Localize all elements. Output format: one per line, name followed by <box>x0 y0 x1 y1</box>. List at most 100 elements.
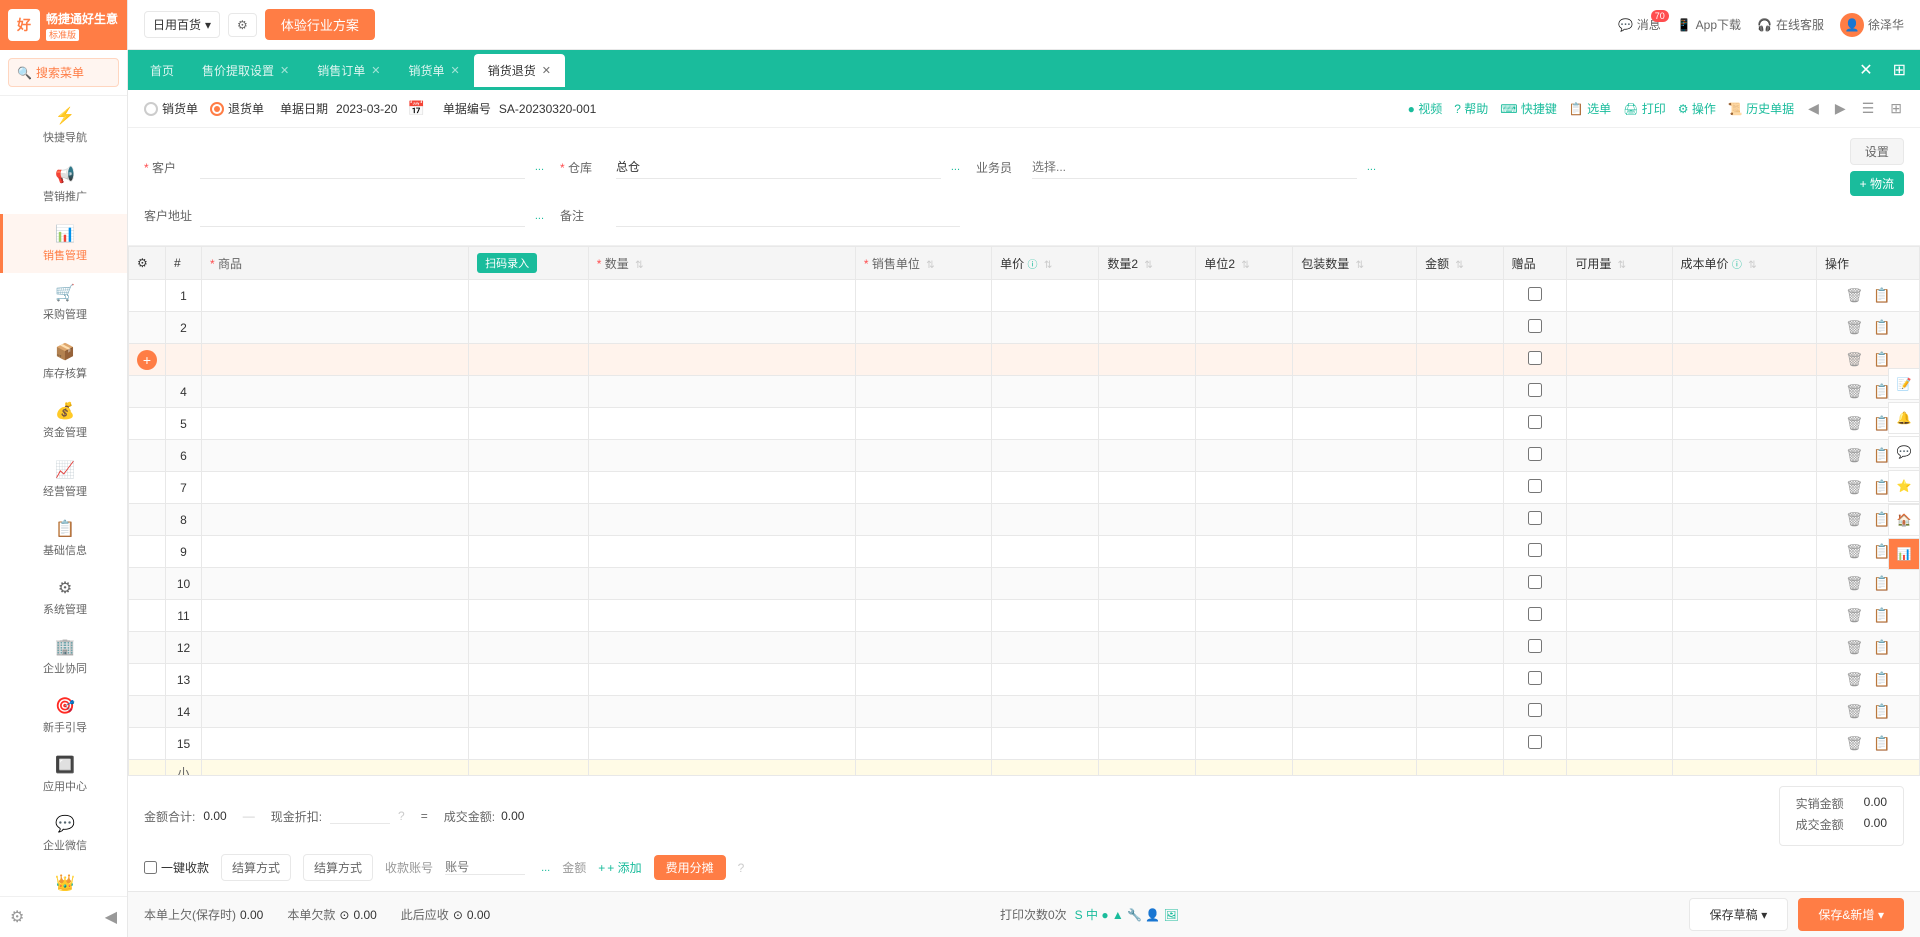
delete-row-3[interactable]: 🗑 <box>1843 349 1865 370</box>
gift-checkbox-6[interactable] <box>1528 447 1542 461</box>
row-amount-3[interactable] <box>1417 344 1504 376</box>
customer-input[interactable] <box>200 156 525 179</box>
row-unit-1[interactable] <box>855 280 991 312</box>
gift-checkbox-4[interactable] <box>1528 383 1542 397</box>
print-link[interactable]: 🖨 打印 <box>1623 100 1666 117</box>
tab-sales-order[interactable]: 销售订单 ✕ <box>303 54 394 87</box>
help-link[interactable]: ? 帮助 <box>1454 100 1488 117</box>
row-qty2-3[interactable] <box>1099 344 1196 376</box>
unit2-sort-icon[interactable]: ⇅ <box>1241 260 1249 271</box>
row-qty2-1[interactable] <box>1099 280 1196 312</box>
address-more-btn[interactable]: ... <box>535 210 544 222</box>
bank-account-input[interactable] <box>445 860 525 875</box>
row-qty-1[interactable] <box>588 280 855 312</box>
settle-method-btn[interactable]: 结算方式 <box>221 854 291 881</box>
row-unit2-3[interactable] <box>1196 344 1293 376</box>
product-input-3[interactable] <box>210 353 460 367</box>
grid-view-btn[interactable]: ⊞ <box>1888 98 1904 119</box>
gift-checkbox-15[interactable] <box>1528 735 1542 749</box>
delete-row-2[interactable]: 🗑 <box>1843 317 1865 338</box>
copy-row-10[interactable]: 📋 <box>1871 573 1892 594</box>
toolbar-icons-area[interactable]: S 中 ● ▲ 🔧 👤 🖼 <box>1075 906 1179 923</box>
gift-checkbox-8[interactable] <box>1528 511 1542 525</box>
tab-home[interactable]: 首页 <box>136 54 188 87</box>
gift-checkbox-5[interactable] <box>1528 415 1542 429</box>
gift-checkbox-1[interactable] <box>1528 287 1542 301</box>
sidebar-item-quick-nav[interactable]: ⚡ 快捷导航 <box>0 96 127 155</box>
row-unit-3[interactable] <box>855 344 991 376</box>
delete-row-6[interactable]: 🗑 <box>1843 445 1865 466</box>
tab-close-price-setup[interactable]: ✕ <box>280 64 289 77</box>
delete-row-11[interactable]: 🗑 <box>1843 605 1865 626</box>
row-amount-1[interactable] <box>1417 280 1504 312</box>
one-click-pay-input[interactable] <box>144 861 157 874</box>
address-input[interactable] <box>200 204 525 227</box>
add-logistics-btn[interactable]: + 物流 <box>1850 171 1904 196</box>
gift-checkbox-12[interactable] <box>1528 639 1542 653</box>
copy-row-13[interactable]: 📋 <box>1871 669 1892 690</box>
qty2-sort-icon[interactable]: ⇅ <box>1144 260 1152 271</box>
delete-row-10[interactable]: 🗑 <box>1843 573 1865 594</box>
sidebar-item-marketing[interactable]: 📢 营销推广 <box>0 155 127 214</box>
delete-row-4[interactable]: 🗑 <box>1843 381 1865 402</box>
delete-row-12[interactable]: 🗑 <box>1843 637 1865 658</box>
sidebar-item-wechat[interactable]: 💬 企业微信 <box>0 804 127 863</box>
copy-row-12[interactable]: 📋 <box>1871 637 1892 658</box>
gift-checkbox-2[interactable] <box>1528 319 1542 333</box>
sidebar-item-app-center[interactable]: 🔲 应用中心 <box>0 745 127 804</box>
cost-sort-icon[interactable]: ⇅ <box>1748 260 1756 271</box>
row-qty2-2[interactable] <box>1099 312 1196 344</box>
next-doc-btn[interactable]: ▶ <box>1833 98 1848 119</box>
right-panel-btn-6[interactable]: 📊 <box>1888 538 1920 570</box>
sidebar-item-newbie[interactable]: 🎯 新手引导 <box>0 686 127 745</box>
sidebar-item-finance[interactable]: 💰 资金管理 <box>0 391 127 450</box>
warehouse-more-btn[interactable]: ... <box>951 161 960 173</box>
right-panel-btn-5[interactable]: 🏠 <box>1888 504 1920 536</box>
video-link[interactable]: ● 视频 <box>1408 100 1443 117</box>
qty-sort-icon[interactable]: ⇅ <box>635 260 643 271</box>
row-pack-2[interactable] <box>1293 312 1417 344</box>
prev-doc-btn[interactable]: ◀ <box>1806 98 1821 119</box>
search-menu-button[interactable]: 🔍 搜索菜单 <box>8 58 119 87</box>
delete-row-7[interactable]: 🗑 <box>1843 477 1865 498</box>
copy-row-14[interactable]: 📋 <box>1871 701 1892 722</box>
row-price-2[interactable] <box>992 312 1099 344</box>
gift-checkbox-7[interactable] <box>1528 479 1542 493</box>
tab-sales-delivery[interactable]: 销货单 ✕ <box>394 54 473 87</box>
gift-checkbox-13[interactable] <box>1528 671 1542 685</box>
sidebar-item-enterprise[interactable]: 🏢 企业协同 <box>0 627 127 686</box>
row-product-1[interactable] <box>202 280 469 312</box>
copy-row-1[interactable]: 📋 <box>1871 285 1892 306</box>
right-panel-btn-4[interactable]: ⭐ <box>1888 470 1920 502</box>
sidebar-item-basic-info[interactable]: 📋 基础信息 <box>0 509 127 568</box>
list-view-btn[interactable]: ☰ <box>1860 98 1877 119</box>
delete-row-14[interactable]: 🗑 <box>1843 701 1865 722</box>
discount-input[interactable] <box>330 809 390 824</box>
delete-row-1[interactable]: 🗑 <box>1843 285 1865 306</box>
tab-close-sales-return[interactable]: ✕ <box>542 64 551 77</box>
expand-tab-btn[interactable]: ⊞ <box>1887 58 1912 82</box>
row-qty-2[interactable] <box>588 312 855 344</box>
online-service-btn[interactable]: 🎧 在线客服 <box>1757 16 1824 33</box>
operate-link[interactable]: ⚙ 操作 <box>1678 100 1716 117</box>
row-product-3[interactable] <box>202 344 469 376</box>
gift-checkbox-3[interactable] <box>1528 351 1542 365</box>
save-new-btn[interactable]: 保存&新增 ▾ <box>1798 898 1904 931</box>
add-row-3-btn[interactable]: + <box>137 350 157 370</box>
tab-close-sales-delivery[interactable]: ✕ <box>451 64 460 77</box>
copy-row-15[interactable]: 📋 <box>1871 733 1892 754</box>
amount-sort-icon[interactable]: ⇅ <box>1455 260 1463 271</box>
th-settings[interactable]: ⚙ <box>129 247 166 280</box>
sidebar-item-inventory[interactable]: 📦 库存核算 <box>0 332 127 391</box>
delete-row-9[interactable]: 🗑 <box>1843 541 1865 562</box>
sidebar-item-operations[interactable]: 📈 经营管理 <box>0 450 127 509</box>
select-link[interactable]: 📋 选单 <box>1569 100 1611 117</box>
tab-close-sales-order[interactable]: ✕ <box>371 64 380 77</box>
topbar-settings-btn[interactable]: ⚙ <box>228 13 257 37</box>
sidebar-item-member[interactable]: 👑 畅会员 <box>0 863 127 896</box>
sidebar-item-sys-mgmt[interactable]: ⚙ 系统管理 <box>0 568 127 627</box>
gift-checkbox-9[interactable] <box>1528 543 1542 557</box>
sidebar-collapse-btn[interactable]: ◀ <box>103 905 119 929</box>
tab-price-setup[interactable]: 售价提取设置 ✕ <box>188 54 303 87</box>
setting-btn[interactable]: 设置 <box>1850 138 1904 165</box>
